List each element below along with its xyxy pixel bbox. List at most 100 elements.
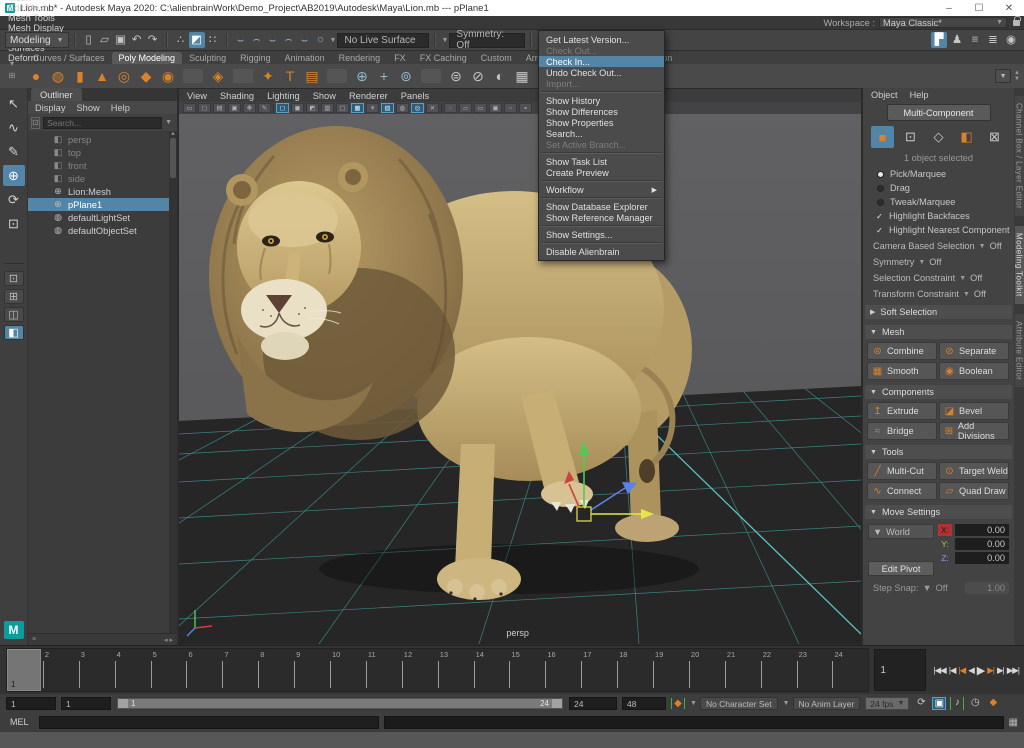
textured-icon[interactable]: ▦	[351, 103, 364, 113]
vp-menu-renderer[interactable]: Renderer	[349, 91, 388, 101]
safe-title-icon[interactable]: ▪	[519, 103, 532, 113]
divider[interactable]	[441, 104, 442, 113]
single-pane-layout-icon[interactable]: ⊡	[4, 271, 24, 286]
animation-end-field[interactable]: 48	[622, 697, 666, 710]
timeline-frame[interactable]: 3	[79, 649, 115, 691]
timeline-frame[interactable]: 10	[330, 649, 366, 691]
go-to-end-button[interactable]: ▶▶|	[1007, 665, 1019, 676]
tab-modeling-toolkit[interactable]: Modeling Toolkit	[1015, 226, 1024, 304]
current-frame-field[interactable]: 1	[874, 649, 926, 691]
outliner-tab[interactable]: Outliner	[31, 88, 82, 101]
range-slider-right-handle[interactable]	[552, 699, 562, 708]
resolution-gate-icon[interactable]: ▭	[474, 103, 487, 113]
character-controls-icon[interactable]: ♟	[949, 32, 965, 48]
outliner-persp-layout-icon[interactable]: ◧	[4, 325, 24, 340]
close-button[interactable]: ✕	[994, 0, 1024, 16]
connect-button[interactable]: ∿ Connect	[867, 482, 937, 500]
timeline-frame[interactable]: 12	[402, 649, 438, 691]
separate-button[interactable]: ⊘ Separate	[939, 342, 1009, 360]
animation-preferences-icon[interactable]: ◷	[968, 697, 982, 710]
timeline-frame[interactable]: 8	[258, 649, 294, 691]
poly-cube-icon[interactable]: ◍	[48, 66, 68, 86]
outliner-menu-help[interactable]: Help	[111, 103, 130, 113]
vp-menu-lighting[interactable]: Lighting	[267, 91, 300, 101]
poly-plane-icon[interactable]: ◆	[136, 66, 156, 86]
smooth-shade-selected-icon[interactable]: ◩	[306, 103, 319, 113]
maximize-button[interactable]: ☐	[964, 0, 994, 16]
step-forward-key-button[interactable]: ▶|	[987, 665, 994, 676]
redo-icon[interactable]: ↷	[145, 32, 161, 48]
selection-constraint-dropdown[interactable]: Selection Constraint ▼ Off	[863, 269, 1014, 285]
timeline-frame[interactable]: 6	[186, 649, 222, 691]
lighting-icon[interactable]: ☀	[366, 103, 379, 113]
outliner-item-front[interactable]: ◧ front	[28, 159, 177, 172]
vp-menu-view[interactable]: View	[187, 91, 207, 101]
vertex-mode-icon[interactable]: ⊡	[899, 126, 922, 148]
divider[interactable]	[273, 104, 274, 113]
edit-pivot-button[interactable]: Edit Pivot	[868, 561, 934, 576]
workspace-dropdown[interactable]: Maya Classic* ▼	[879, 17, 1007, 28]
shelf-tab-animation[interactable]: Animation	[278, 52, 332, 64]
playback-loop-icon[interactable]: ⟳	[914, 697, 928, 710]
symmetry-field[interactable]: Symmetry: Off	[449, 33, 525, 48]
timeline-frame[interactable]: 2	[43, 649, 79, 691]
shelf-tab-rendering[interactable]: Rendering	[332, 52, 388, 64]
gate-mask-icon[interactable]: ▣	[489, 103, 502, 113]
svg-tool-icon[interactable]: ▤	[302, 66, 322, 86]
menu-item-import[interactable]: Import...	[539, 78, 664, 89]
divider[interactable]	[327, 69, 347, 83]
auto-keyframe-icon[interactable]: ◆	[986, 697, 1000, 710]
timeline-frame[interactable]: 24	[832, 649, 868, 691]
outliner-item-top[interactable]: ◧ top	[28, 146, 177, 159]
move-tool-icon[interactable]: ⊕	[3, 165, 25, 186]
timeline-frame[interactable]: 4	[115, 649, 151, 691]
screen-space-ao-icon[interactable]: ◍	[396, 103, 409, 113]
multi-component-button[interactable]: Multi-Component	[887, 104, 991, 121]
wireframe-icon[interactable]: ◻	[276, 103, 289, 113]
animation-start-field[interactable]: 1	[6, 697, 56, 710]
select-tool-icon[interactable]: ↖	[3, 93, 25, 114]
save-scene-icon[interactable]: ▣	[113, 32, 129, 48]
camera-attributes-icon[interactable]: ◻	[198, 103, 211, 113]
image-plane-icon[interactable]: ▣	[228, 103, 241, 113]
combine-shelf-icon[interactable]: ⊜	[446, 66, 466, 86]
move-settings-section-header[interactable]: ▼ Move Settings	[865, 505, 1012, 519]
outliner-item-default-light-set[interactable]: ◍ defaultLightSet	[28, 211, 177, 224]
select-hierarchy-icon[interactable]: ∴	[173, 32, 189, 48]
camera-based-selection-dropdown[interactable]: Camera Based Selection ▼ Off	[863, 237, 1014, 253]
vp-menu-show[interactable]: Show	[313, 91, 336, 101]
undo-icon[interactable]: ↶	[129, 32, 145, 48]
add-divisions-button[interactable]: ⊞ Add Divisions	[939, 422, 1009, 440]
quad-draw-button[interactable]: ▱ Quad Draw	[939, 482, 1009, 500]
playback-start-field[interactable]: 1	[61, 697, 111, 710]
chevron-down-icon[interactable]: ▼	[441, 37, 448, 44]
menu-item-check-in[interactable]: Check In...	[539, 56, 664, 67]
menu-item-search[interactable]: Search...	[539, 128, 664, 139]
outliner-item-side[interactable]: ◧ side	[28, 172, 177, 185]
grease-pencil-icon[interactable]: ✎	[258, 103, 271, 113]
menu-item-create-preview[interactable]: Create Preview	[539, 167, 664, 178]
tab-channel-box-layer-editor[interactable]: Channel Box / Layer Editor	[1015, 96, 1024, 216]
poly-torus-icon[interactable]: ◎	[114, 66, 134, 86]
menu-item-get-latest-version[interactable]: Get Latest Version...	[539, 34, 664, 45]
timeline-frame[interactable]: 22	[761, 649, 797, 691]
timeline-frame[interactable]: 21	[725, 649, 761, 691]
menu-item-workflow[interactable]: Workflow ▶	[539, 184, 664, 195]
timeline-frame[interactable]: 23	[797, 649, 833, 691]
menu-mesh-display[interactable]: Mesh Display	[3, 23, 69, 33]
snap-point-icon[interactable]: ⌣	[265, 32, 281, 48]
menu-item-set-active-branch[interactable]: Set Active Branch...	[539, 139, 664, 150]
menu-set-dropdown[interactable]: Modeling▼	[5, 32, 69, 48]
audio-mute-icon[interactable]: ♪	[950, 697, 964, 710]
timeline-frame[interactable]: 17	[581, 649, 617, 691]
mesh-section-header[interactable]: ▼ Mesh	[865, 325, 1012, 339]
script-editor-icon[interactable]: ▦	[1009, 717, 1018, 728]
menu-separator[interactable]	[541, 91, 662, 93]
menu-item-disable-alienbrain[interactable]: Disable Alienbrain	[539, 246, 664, 257]
chevron-down-icon[interactable]: ▼	[330, 37, 337, 44]
motion-blur-icon[interactable]: ◎	[411, 103, 424, 113]
menu-separator[interactable]	[541, 180, 662, 182]
time-slider-track[interactable]: 1 2 3 4 5 6 7 8 9 10 11 12	[6, 648, 869, 692]
timeline-frame[interactable]: 7	[222, 649, 258, 691]
platonic-solid-icon[interactable]: ◈	[208, 66, 228, 86]
